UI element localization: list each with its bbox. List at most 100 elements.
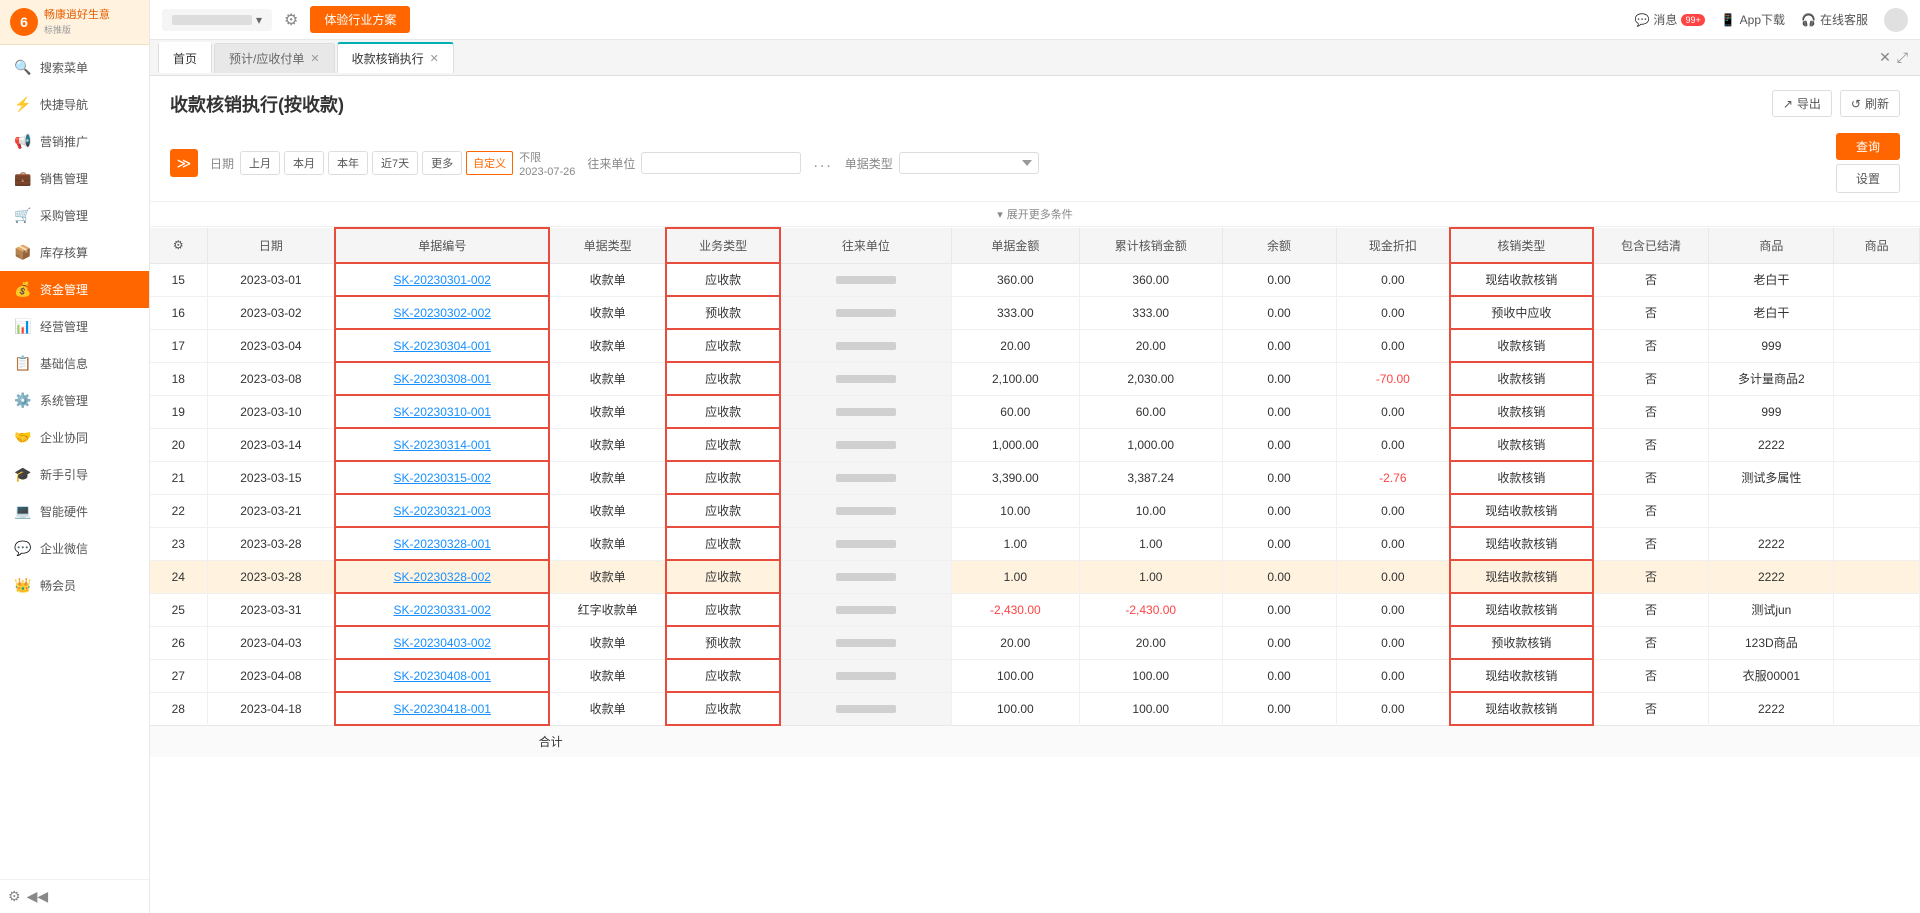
cell-code[interactable]: SK-20230408-001: [335, 659, 549, 692]
sidebar-item-营销推广[interactable]: 📢营销推广: [0, 123, 149, 160]
sidebar-item-搜索菜单[interactable]: 🔍搜索菜单: [0, 49, 149, 86]
tab-close-all-icon[interactable]: ✕: [1879, 49, 1891, 66]
cell-code[interactable]: SK-20230403-002: [335, 626, 549, 659]
query-button[interactable]: 查询: [1836, 133, 1900, 160]
settings-icon[interactable]: ⚙: [8, 888, 21, 905]
cell-code[interactable]: SK-20230304-001: [335, 329, 549, 362]
tab-close-2[interactable]: ✕: [430, 52, 439, 65]
sidebar-item-新手引导[interactable]: 🎓新手引导: [0, 456, 149, 493]
table-row[interactable]: 18 2023-03-08 SK-20230308-001 收款单 应收款 2,…: [150, 362, 1920, 395]
cell-code[interactable]: SK-20230308-001: [335, 362, 549, 395]
tab-1[interactable]: 预计/应收付单 ✕: [214, 43, 335, 73]
voucher-type-select[interactable]: [899, 152, 1039, 174]
table-row[interactable]: 17 2023-03-04 SK-20230304-001 收款单 应收款 20…: [150, 329, 1920, 362]
table-row[interactable]: 24 2023-03-28 SK-20230328-002 收款单 应收款 1.…: [150, 560, 1920, 593]
table-row[interactable]: 20 2023-03-14 SK-20230314-001 收款单 应收款 1,…: [150, 428, 1920, 461]
cell-no: 16: [150, 296, 207, 329]
date-more[interactable]: 更多: [422, 151, 462, 175]
th-date: 日期: [207, 228, 335, 263]
export-button[interactable]: ↗ 导出: [1772, 90, 1832, 117]
table-container[interactable]: ⚙ 日期 单据编号 单据类型 业务类型 往来单位 单据金额 累计核销金额 余额 …: [150, 227, 1920, 913]
cell-code[interactable]: SK-20230418-001: [335, 692, 549, 725]
cell-cum: 20.00: [1079, 626, 1222, 659]
table-row[interactable]: 27 2023-04-08 SK-20230408-001 收款单 应收款 10…: [150, 659, 1920, 692]
table-row[interactable]: 19 2023-03-10 SK-20230310-001 收款单 应收款 60…: [150, 395, 1920, 428]
date-last-month[interactable]: 上月: [240, 151, 280, 175]
table-row[interactable]: 25 2023-03-31 SK-20230331-002 红字收款单 应收款 …: [150, 593, 1920, 626]
date-this-month[interactable]: 本月: [284, 151, 324, 175]
tab-close-1[interactable]: ✕: [310, 52, 319, 65]
date-this-year[interactable]: 本年: [328, 151, 368, 175]
cell-biz: 应收款: [666, 560, 780, 593]
sidebar-item-库存核算[interactable]: 📦库存核算: [0, 234, 149, 271]
col-settings-icon[interactable]: ⚙: [173, 238, 184, 252]
cell-type: 收款单: [549, 329, 666, 362]
sidebar-item-系统管理[interactable]: ⚙️系统管理: [0, 382, 149, 419]
partner-input[interactable]: [641, 152, 801, 174]
cell-code[interactable]: SK-20230321-003: [335, 494, 549, 527]
cell-code[interactable]: SK-20230315-002: [335, 461, 549, 494]
filter-toggle-button[interactable]: ≫: [170, 149, 198, 177]
tab-2[interactable]: 收款核销执行✕: [337, 42, 454, 73]
table-row[interactable]: 28 2023-04-18 SK-20230418-001 收款单 应收款 10…: [150, 692, 1920, 725]
tab-expand-icon[interactable]: ⤢: [1897, 49, 1908, 66]
cell-discount: 0.00: [1336, 659, 1450, 692]
sidebar-item-快捷导航[interactable]: ⚡快捷导航: [0, 86, 149, 123]
collapse-icon[interactable]: ◀◀: [27, 888, 49, 905]
cell-code[interactable]: SK-20230328-002: [335, 560, 549, 593]
sidebar-item-基础信息[interactable]: 📋基础信息: [0, 345, 149, 382]
notifications-item[interactable]: 💬 消息 99+: [1634, 11, 1704, 28]
th-settings[interactable]: ⚙: [150, 228, 207, 263]
user-avatar[interactable]: [1884, 8, 1908, 32]
table-row[interactable]: 26 2023-04-03 SK-20230403-002 收款单 预收款 20…: [150, 626, 1920, 659]
online-service-item[interactable]: 🎧 在线客服: [1801, 11, 1868, 28]
date-range-end: 2023-07-26: [519, 166, 575, 178]
cell-product: 123D商品: [1709, 626, 1834, 659]
cell-cum: 100.00: [1079, 692, 1222, 725]
date-filter-item: 日期 上月 本月 本年 近7天 更多 自定义 不限 2023-07-26: [210, 149, 575, 178]
table-row[interactable]: 16 2023-03-02 SK-20230302-002 收款单 预收款 33…: [150, 296, 1920, 329]
sidebar-item-企业协同[interactable]: 🤝企业协同: [0, 419, 149, 456]
sidebar-item-经营管理[interactable]: 📊经营管理: [0, 308, 149, 345]
table-row[interactable]: 21 2023-03-15 SK-20230315-002 收款单 应收款 3,…: [150, 461, 1920, 494]
tab-0[interactable]: 首页: [158, 42, 212, 73]
page-title: 收款核销执行(按收款): [170, 91, 344, 117]
table-row[interactable]: 15 2023-03-01 SK-20230301-002 收款单 应收款 36…: [150, 263, 1920, 296]
sidebar-item-畅会员[interactable]: 👑畅会员: [0, 567, 149, 604]
dropdown-icon: ▾: [256, 13, 262, 27]
cell-cancel-type: 预收款核销: [1450, 626, 1593, 659]
industry-button[interactable]: 体验行业方案: [310, 6, 410, 33]
cell-biz: 应收款: [666, 659, 780, 692]
sidebar-item-资金管理[interactable]: 💰资金管理: [0, 271, 149, 308]
cell-code[interactable]: SK-20230328-001: [335, 527, 549, 560]
sidebar-item-企业微信[interactable]: 💬企业微信: [0, 530, 149, 567]
workspace-selector[interactable]: ▾: [162, 9, 272, 31]
date-label: 日期: [210, 155, 234, 172]
table-row[interactable]: 22 2023-03-21 SK-20230321-003 收款单 应收款 10…: [150, 494, 1920, 527]
cell-code[interactable]: SK-20230331-002: [335, 593, 549, 626]
date-custom[interactable]: 自定义: [466, 151, 513, 175]
gear-button[interactable]: ⚙: [284, 10, 298, 30]
date-7days[interactable]: 近7天: [372, 151, 418, 175]
cell-no: 22: [150, 494, 207, 527]
cell-code[interactable]: SK-20230314-001: [335, 428, 549, 461]
cell-code[interactable]: SK-20230310-001: [335, 395, 549, 428]
cell-code[interactable]: SK-20230302-002: [335, 296, 549, 329]
cell-included: 否: [1593, 494, 1709, 527]
cell-biz: 应收款: [666, 329, 780, 362]
table-row[interactable]: 23 2023-03-28 SK-20230328-001 收款单 应收款 1.…: [150, 527, 1920, 560]
sidebar-item-采购管理[interactable]: 🛒采购管理: [0, 197, 149, 234]
cell-product2: [1834, 428, 1920, 461]
app-download-item[interactable]: 📱 App下载: [1721, 11, 1785, 28]
sidebar-item-销售管理[interactable]: 💼销售管理: [0, 160, 149, 197]
cell-date: 2023-03-02: [207, 296, 335, 329]
sidebar-item-智能硬件[interactable]: 💻智能硬件: [0, 493, 149, 530]
settings-button[interactable]: 设置: [1836, 164, 1900, 193]
tab-label-1: 预计/应收付单: [229, 50, 304, 67]
cell-code[interactable]: SK-20230301-002: [335, 263, 549, 296]
cell-biz: 预收款: [666, 296, 780, 329]
expand-button[interactable]: ▾ 展开更多条件: [997, 206, 1073, 222]
refresh-button[interactable]: ↺ 刷新: [1840, 90, 1900, 117]
cell-included: 否: [1593, 428, 1709, 461]
cell-balance: 0.00: [1222, 263, 1336, 296]
